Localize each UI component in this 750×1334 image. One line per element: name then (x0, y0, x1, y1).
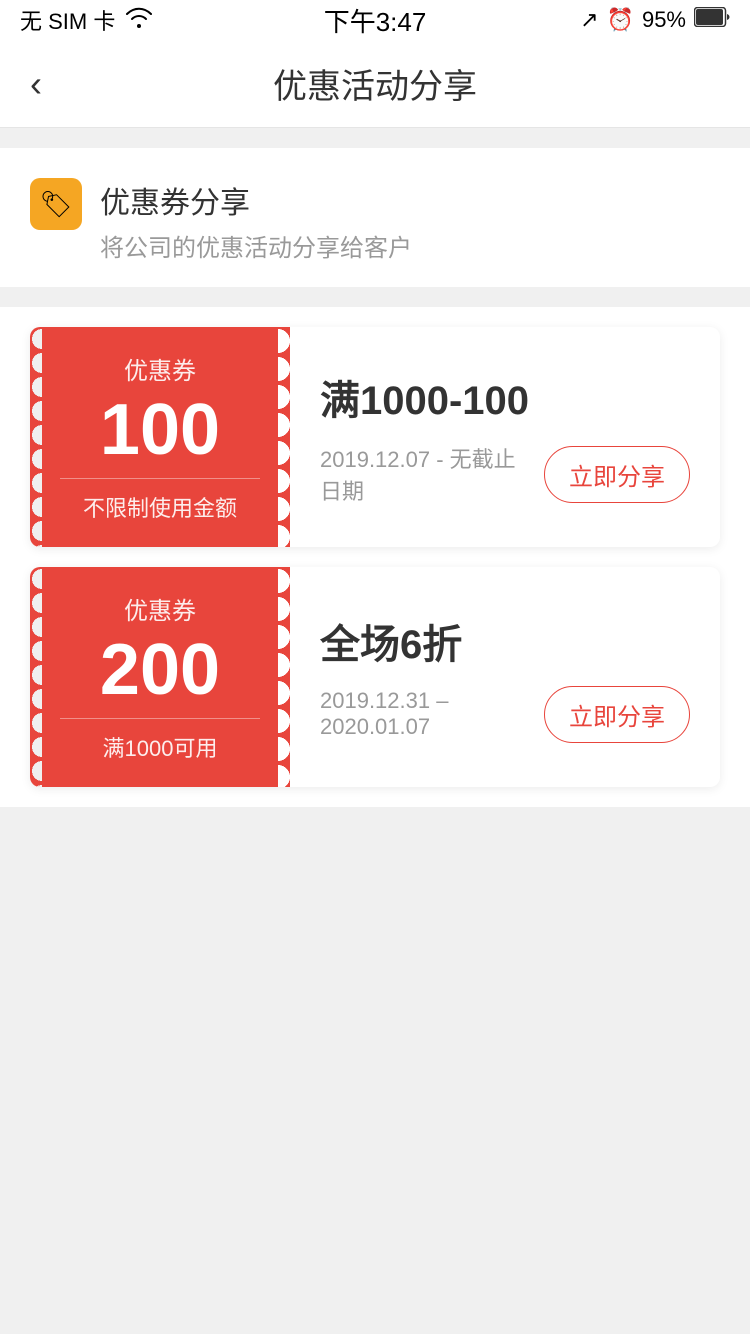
page-title: 优惠活动分享 (273, 59, 477, 108)
section-title: 优惠券分享 (100, 178, 412, 222)
battery-text: 95% (642, 7, 686, 33)
coupon-name-0: 满1000-100 (320, 368, 690, 426)
nav-bar: ‹ 优惠活动分享 (0, 40, 750, 128)
coupon-date-1: 2019.12.31 – 2020.01.07 (320, 688, 532, 740)
section-header: 🏷 优惠券分享 将公司的优惠活动分享给客户 (0, 148, 750, 287)
coupon-name-1: 全场6折 (320, 612, 690, 670)
coupon-left-1: 优惠券 200 满1000可用 (30, 567, 290, 787)
location-icon: ↗ (580, 7, 598, 33)
coupon-divider-0 (60, 478, 260, 479)
coupon-right-1: 全场6折 2019.12.31 – 2020.01.07 立即分享 (290, 567, 720, 787)
section-icon: 🏷 (30, 178, 82, 230)
wifi-icon (125, 6, 153, 34)
coupon-amount-0: 100 (100, 394, 220, 466)
coupon-left-0: 优惠券 100 不限制使用金额 (30, 327, 290, 547)
background-fill (0, 807, 750, 1307)
coupon-meta-1: 2019.12.31 – 2020.01.07 立即分享 (320, 686, 690, 743)
coupon-condition-0: 不限制使用金额 (83, 491, 237, 523)
coupon-label-0: 优惠券 (124, 351, 196, 386)
coupon-list: 优惠券 100 不限制使用金额 满1000-100 2019.12.07 - 无… (0, 307, 750, 807)
status-time: 下午3:47 (324, 2, 427, 39)
back-button[interactable]: ‹ (30, 63, 42, 105)
coupon-divider-1 (60, 718, 260, 719)
coupon-date-0: 2019.12.07 - 无截止日期 (320, 442, 532, 506)
coupon-condition-1: 满1000可用 (103, 731, 218, 763)
coupon-card: 优惠券 100 不限制使用金额 满1000-100 2019.12.07 - 无… (30, 327, 720, 547)
status-bar: 无 SIM 卡 下午3:47 ↗ ⏰ 95% (0, 0, 750, 40)
coupon-right-0: 满1000-100 2019.12.07 - 无截止日期 立即分享 (290, 327, 720, 547)
coupon-amount-1: 200 (100, 634, 220, 706)
battery-icon (694, 7, 730, 33)
status-left: 无 SIM 卡 (20, 4, 153, 36)
share-button-1[interactable]: 立即分享 (544, 686, 690, 743)
alarm-icon: ⏰ (607, 7, 634, 33)
coupon-meta-0: 2019.12.07 - 无截止日期 立即分享 (320, 442, 690, 506)
section-text: 优惠券分享 将公司的优惠活动分享给客户 (100, 178, 412, 263)
carrier-text: 无 SIM 卡 (20, 4, 115, 36)
coupon-label-1: 优惠券 (124, 591, 196, 626)
section-subtitle: 将公司的优惠活动分享给客户 (100, 228, 412, 263)
share-button-0[interactable]: 立即分享 (544, 446, 690, 503)
status-right: ↗ ⏰ 95% (580, 7, 730, 33)
coupon-card: 优惠券 200 满1000可用 全场6折 2019.12.31 – 2020.0… (30, 567, 720, 787)
